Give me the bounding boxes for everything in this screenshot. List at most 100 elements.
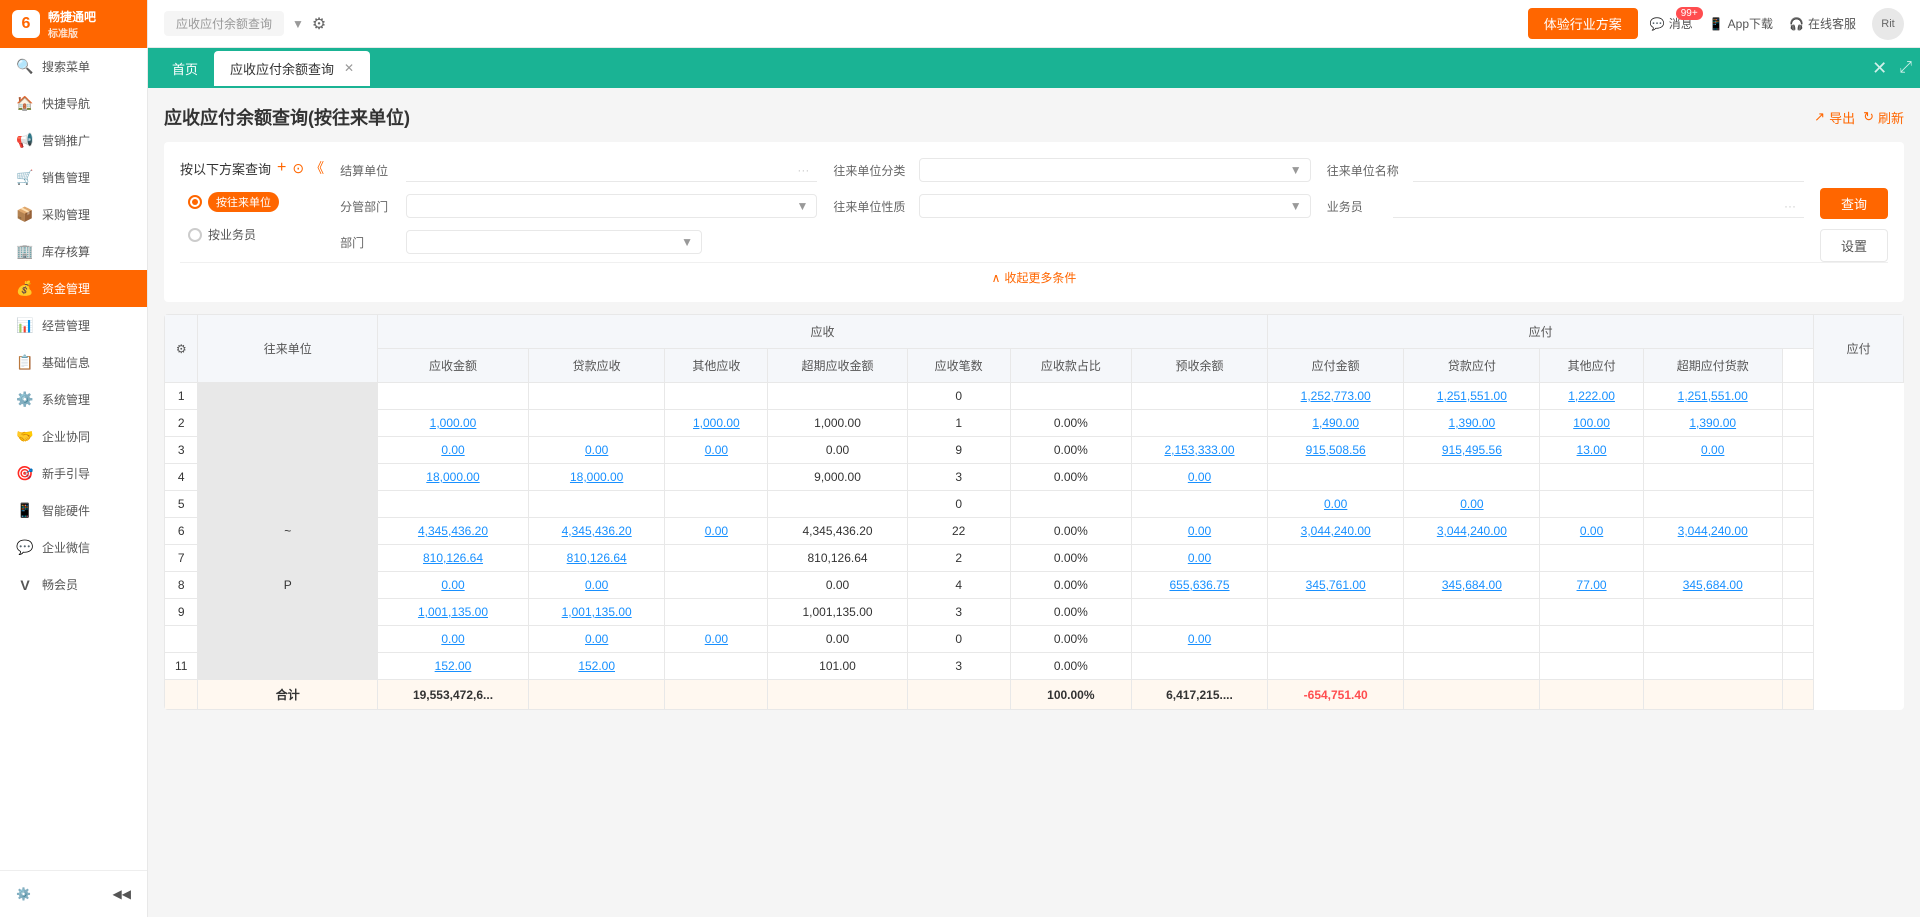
base-icon: 📋 <box>16 354 34 371</box>
row-advance: 0.00 <box>1131 626 1267 653</box>
row-no <box>165 626 198 653</box>
tab-expand-icon[interactable]: ⤢ <box>1899 59 1912 77</box>
unit-nature-label: 往来单位性质 <box>833 198 913 215</box>
tab-close-icon[interactable]: ✕ <box>344 61 354 75</box>
data-table: ⚙ 往来单位 应收 应付 应付 应收金额 贷款应收 其他应收 超期应收金额 <box>164 314 1904 710</box>
page-header: 应收应付余额查询(按往来单位) ↗ 导出 ↻ 刷新 <box>164 104 1904 130</box>
dept-managed-select[interactable]: ▼ <box>406 194 817 218</box>
salesperson-dots-icon[interactable]: ··· <box>1784 199 1796 213</box>
total-ar-amount: 19,553,472,6... <box>377 680 528 710</box>
row-unit: P <box>198 572 377 599</box>
sidebar-item-member[interactable]: V 畅会员 <box>0 566 147 603</box>
sidebar-item-base[interactable]: 📋 基础信息 <box>0 344 147 381</box>
row-no: 4 <box>165 464 198 491</box>
settlement-dots-icon[interactable]: ··· <box>797 163 809 177</box>
row-other-ap: 100.00 <box>1540 410 1643 437</box>
row-overdue-ap: 1,390.00 <box>1643 410 1782 437</box>
download-icon: 📱 <box>1709 17 1724 31</box>
topbar-gear-icon[interactable]: ⚙ <box>312 14 326 34</box>
query-btn[interactable]: 查询 <box>1820 188 1888 219</box>
row-loan-ap <box>1404 599 1540 626</box>
refresh-btn[interactable]: ↻ 刷新 <box>1863 108 1904 127</box>
sidebar-item-guide[interactable]: 🎯 新手引导 <box>0 455 147 492</box>
row-ap-amount: 1,252,773.00 <box>1268 383 1404 410</box>
app-edition: 标准版 <box>48 25 96 40</box>
tab-arquery[interactable]: 应收应付余额查询 ✕ <box>214 51 370 86</box>
row-no: 2 <box>165 410 198 437</box>
hardware-icon: 📱 <box>16 502 34 519</box>
row-other-ar <box>665 464 768 491</box>
solution-btn[interactable]: 体验行业方案 <box>1528 8 1638 39</box>
dept-select[interactable]: ▼ <box>406 230 702 254</box>
total-other-ap <box>1540 680 1643 710</box>
filter-option-staff[interactable]: 按业务员 <box>180 222 324 247</box>
settings-icon: ⚙️ <box>16 887 31 901</box>
sidebar-item-marketing[interactable]: 📢 营销推广 <box>0 122 147 159</box>
filter-settings-icon[interactable]: ⊙ <box>292 160 304 177</box>
sidebar-item-hardware[interactable]: 📱 智能硬件 <box>0 492 147 529</box>
table-row: 1 0 1,252,773.00 1,251,551.00 1,222.00 1… <box>165 383 1904 410</box>
user-avatar[interactable]: Rit <box>1872 8 1904 40</box>
filter-collapse-icon[interactable]: 《 <box>310 158 324 178</box>
row-other-ap <box>1540 599 1643 626</box>
row-ap-amount: 915,508.56 <box>1268 437 1404 464</box>
sidebar-item-finance[interactable]: 💰 资金管理 <box>0 270 147 307</box>
sidebar-item-system[interactable]: ⚙️ 系统管理 <box>0 381 147 418</box>
row-no: 5 <box>165 491 198 518</box>
sidebar-item-purchase[interactable]: 📦 采购管理 <box>0 196 147 233</box>
th-settings[interactable]: ⚙ <box>165 315 198 383</box>
total-advance: 6,417,215.... <box>1131 680 1267 710</box>
sidebar-item-quick[interactable]: 🏠 快捷导航 <box>0 85 147 122</box>
filter-option-unit-label: 按往来单位 <box>208 192 279 212</box>
table-settings-icon[interactable]: ⚙ <box>176 342 187 356</box>
sidebar-item-wechat[interactable]: 💬 企业微信 <box>0 529 147 566</box>
row-overdue-ap <box>1643 653 1782 680</box>
row-unit <box>198 410 377 437</box>
row-ap-amount: 3,044,240.00 <box>1268 518 1404 545</box>
filter-option-unit[interactable]: 按往来单位 <box>180 188 324 216</box>
online-service-btn[interactable]: 🎧 在线客服 <box>1789 15 1856 32</box>
message-btn[interactable]: 💬 消息 99+ <box>1650 15 1693 32</box>
row-ar-amount <box>377 383 528 410</box>
collab-icon: 🤝 <box>16 428 34 445</box>
page-actions: ↗ 导出 ↻ 刷新 <box>1814 108 1904 127</box>
sidebar-item-inventory[interactable]: 🏢 库存核算 <box>0 233 147 270</box>
marketing-icon: 📢 <box>16 132 34 149</box>
tab-close-window-icon[interactable]: ✕ <box>1872 58 1887 79</box>
dept-label: 部门 <box>340 234 400 251</box>
collapse-more-btn[interactable]: ∧ 收起更多条件 <box>180 262 1888 286</box>
table-row: 7 810,126.64 810,126.64 810,126.64 2 0.0… <box>165 545 1904 572</box>
export-btn[interactable]: ↗ 导出 <box>1814 108 1855 127</box>
row-loan-ar: 18,000.00 <box>529 464 665 491</box>
row-advance <box>1131 599 1267 626</box>
row-ar-ratio <box>1010 383 1131 410</box>
filter-add-icon[interactable]: + <box>277 159 286 177</box>
topbar-left: 应收应付余额查询 ▼ ⚙ <box>164 11 1516 36</box>
row-ar-count: 2 <box>907 545 1010 572</box>
row-ap-amount <box>1268 545 1404 572</box>
row-ar-amount: 0.00 <box>377 437 528 464</box>
row-loan-ar <box>529 383 665 410</box>
row-overdue-ap: 3,044,240.00 <box>1643 518 1782 545</box>
breadcrumb-dropdown-icon[interactable]: ▼ <box>292 17 304 31</box>
service-icon: 🎧 <box>1789 17 1804 31</box>
message-icon: 💬 <box>1650 17 1665 31</box>
sidebar-settings-btn[interactable]: ⚙️ ◀◀ <box>0 879 147 909</box>
tab-home[interactable]: 首页 <box>156 51 214 86</box>
unit-nature-select[interactable]: ▼ <box>919 194 1310 218</box>
row-advance: 0.00 <box>1131 464 1267 491</box>
sidebar-item-search[interactable]: 🔍 搜索菜单 <box>0 48 147 85</box>
row-overdue-ap: 1,251,551.00 <box>1643 383 1782 410</box>
radio-staff <box>188 228 202 242</box>
setting-btn[interactable]: 设置 <box>1820 229 1888 262</box>
sidebar-item-collab[interactable]: 🤝 企业协同 <box>0 418 147 455</box>
row-advance <box>1131 653 1267 680</box>
sidebar-item-operation[interactable]: 📊 经营管理 <box>0 307 147 344</box>
sidebar-item-sales[interactable]: 🛒 销售管理 <box>0 159 147 196</box>
app-download-btn[interactable]: 📱 App下载 <box>1709 15 1773 32</box>
row-unit <box>198 653 377 680</box>
member-icon: V <box>16 577 34 593</box>
unit-category-select[interactable]: ▼ <box>919 158 1310 182</box>
table-row: 11 152.00 152.00 101.00 3 0.00% <box>165 653 1904 680</box>
unit-name-input[interactable] <box>1413 159 1804 182</box>
